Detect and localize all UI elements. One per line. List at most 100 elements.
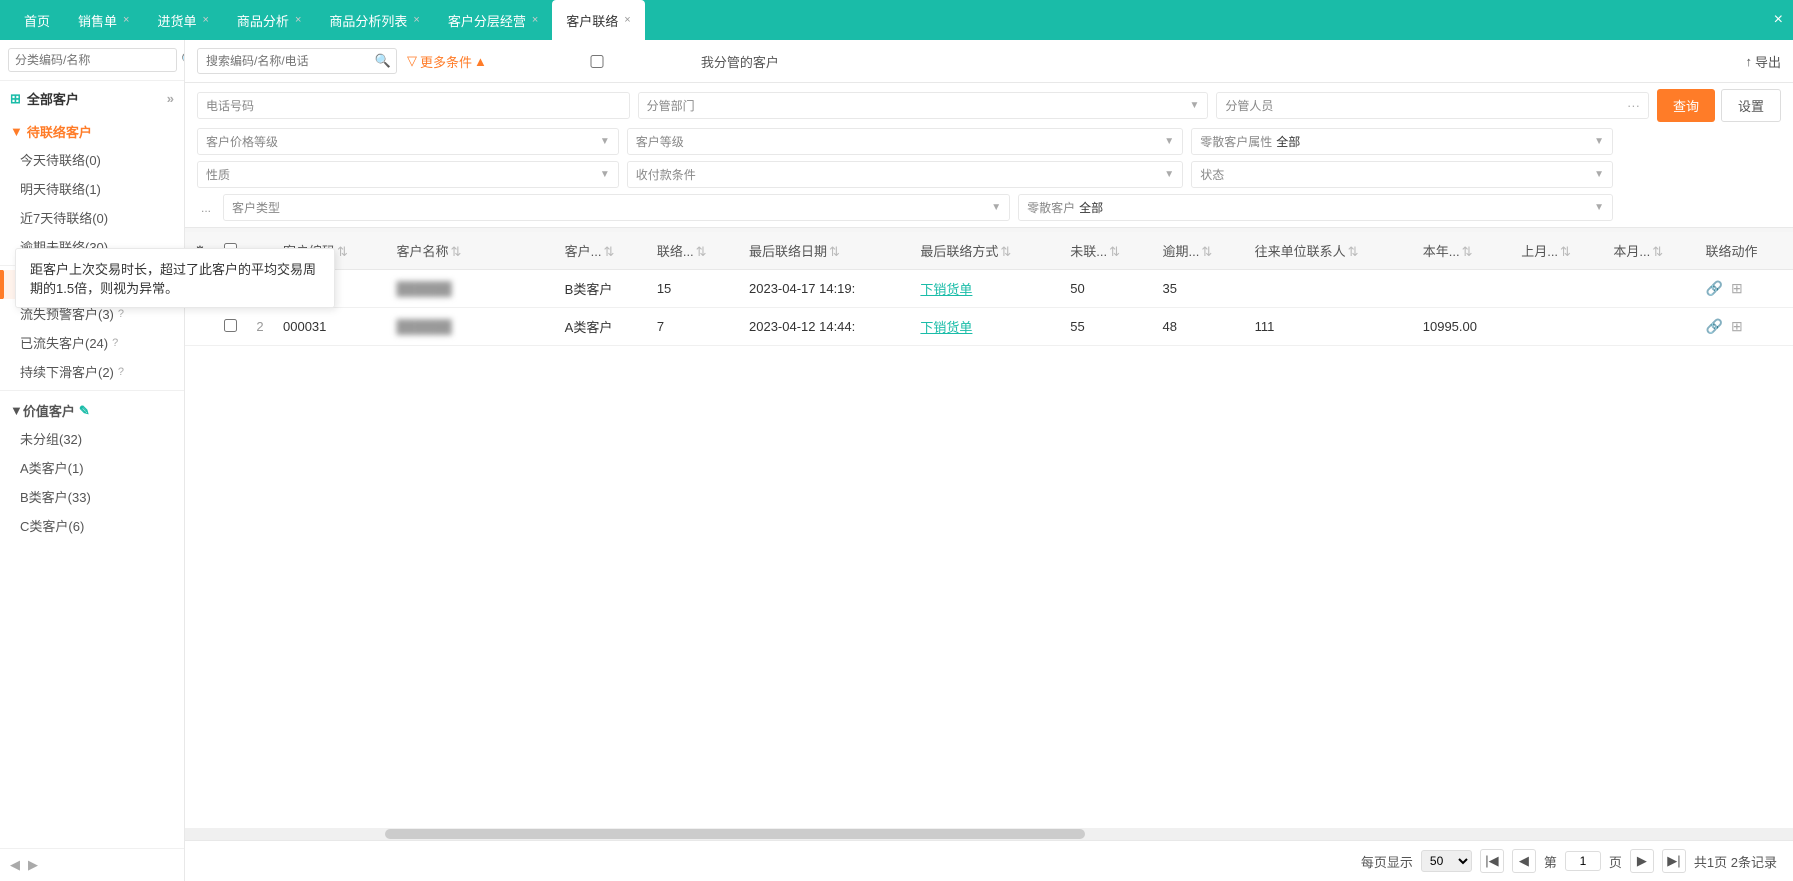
sort-last-month-icon[interactable]: ⇅ (1560, 244, 1571, 259)
row2-last-method[interactable]: 下销货单 (912, 308, 1062, 346)
filter-row-3: 性质 ▼ 收付款条件 ▼ 状态 ▼ (197, 161, 1781, 188)
lost-help-icon[interactable]: ? (112, 337, 118, 349)
sort-pending-icon[interactable]: ⇅ (1109, 244, 1120, 259)
main-search-icon[interactable]: 🔍 (375, 53, 391, 69)
nav-purchase[interactable]: 进货单 × (143, 0, 222, 40)
row1-link-icon[interactable]: 🔗 (1706, 280, 1723, 297)
scroll-thumb[interactable] (385, 829, 1085, 839)
sidebar-item-today[interactable]: 今天待联络(0) (0, 145, 184, 174)
row2-checkbox[interactable] (215, 308, 245, 346)
gender-filter[interactable]: 性质 ▼ (197, 161, 619, 188)
nav-sales[interactable]: 销售单 × (64, 0, 143, 40)
export-button[interactable]: ↑ 导出 (1745, 52, 1781, 71)
table-row: 1 000039 ██████ B类客户 15 2023-04-17 14:19… (185, 270, 1793, 308)
sort-name-icon[interactable]: ⇅ (450, 244, 461, 259)
row2-this-year: 10995.00 (1415, 308, 1513, 346)
nav-home[interactable]: 首页 (10, 0, 64, 40)
row1-last-method-link[interactable]: 下销货单 (920, 282, 972, 297)
customer-grade-filter[interactable]: 客户等级 ▼ (627, 128, 1183, 155)
all-customers-header[interactable]: ⊞ 全部客户 » (0, 81, 184, 116)
sort-type-icon[interactable]: ⇅ (604, 244, 615, 259)
edit-value-group-icon[interactable]: ✎ (79, 403, 90, 419)
close-customer-tier-tab[interactable]: × (532, 14, 538, 26)
pending-group-title[interactable]: ▼ 待联络客户 (0, 116, 184, 145)
sort-code-icon[interactable]: ⇅ (337, 244, 348, 259)
row2-grid-icon[interactable]: ⊞ (1731, 318, 1743, 335)
horizontal-scrollbar[interactable] (185, 828, 1793, 840)
close-product-list-tab[interactable]: × (413, 14, 419, 26)
row1-grid-icon[interactable]: ⊞ (1731, 280, 1743, 297)
loss-warning-help-icon[interactable]: ? (118, 308, 124, 320)
pay-condition-filter[interactable]: 收付款条件 ▼ (627, 161, 1183, 188)
customer-type-dropdown-icon: ▼ (991, 202, 1001, 213)
sort-contact-icon[interactable]: ⇅ (696, 244, 707, 259)
close-purchase-tab[interactable]: × (202, 14, 208, 26)
sort-year-icon[interactable]: ⇅ (1462, 244, 1473, 259)
last-page-btn[interactable]: ▶| (1662, 849, 1686, 873)
nav-customer-tier[interactable]: 客户分层经营 × (434, 0, 552, 40)
sort-overdue-icon[interactable]: ⇅ (1201, 244, 1212, 259)
first-page-btn[interactable]: |◀ (1480, 849, 1504, 873)
settings-button[interactable]: 设置 (1721, 89, 1781, 122)
active-indicator (0, 270, 4, 299)
sidebar-item-a-class[interactable]: A类客户(1) (0, 453, 184, 482)
sidebar-item-tomorrow[interactable]: 明天待联络(1) (0, 174, 184, 203)
more-fields-btn[interactable]: ... (197, 197, 215, 219)
row2-last-date: 2023-04-12 14:44: (741, 308, 912, 346)
prev-page-btn[interactable]: ◀ (1512, 849, 1536, 873)
table-row: 2 000031 ██████ A类客户 7 2023-04-12 14:44:… (185, 308, 1793, 346)
total-records-label: 共1页 2条记录 (1694, 852, 1777, 871)
query-button[interactable]: 查询 (1657, 89, 1715, 122)
main-search-input[interactable] (197, 48, 397, 74)
row2-last-method-link[interactable]: 下销货单 (920, 320, 972, 335)
sidebar-next-icon[interactable]: ▶ (24, 855, 42, 875)
row1-last-method[interactable]: 下销货单 (912, 270, 1062, 308)
retail-customer-filter[interactable]: 零散客户 全部 ▼ (1018, 194, 1613, 221)
more-conditions-btn[interactable]: ▽ 更多条件 ▲ (407, 52, 487, 71)
phone-input[interactable] (258, 99, 621, 113)
close-sales-tab[interactable]: × (123, 14, 129, 26)
sidebar-spacer (0, 540, 184, 848)
sort-person-icon[interactable]: ⇅ (1348, 244, 1359, 259)
next-page-btn[interactable]: ▶ (1630, 849, 1654, 873)
sort-last-method-icon[interactable]: ⇅ (1000, 244, 1011, 259)
person-filter[interactable]: 分管人员 ··· (1216, 92, 1649, 119)
sort-last-date-icon[interactable]: ⇅ (829, 244, 840, 259)
loss-group: 流失预警客户(3) ? 已流失客户(24) ? 持续下滑客户(2) ? (0, 299, 184, 386)
nav-product-analysis-list[interactable]: 商品分析列表 × (315, 0, 433, 40)
row2-select-checkbox[interactable] (224, 319, 237, 332)
sidebar-item-declining[interactable]: 持续下滑客户(2) ? (0, 357, 184, 386)
table-body: 1 000039 ██████ B类客户 15 2023-04-17 14:19… (185, 270, 1793, 346)
sidebar-item-ungrouped[interactable]: 未分组(32) (0, 424, 184, 453)
sidebar-item-c-class[interactable]: C类客户(6) (0, 511, 184, 540)
declining-help-icon[interactable]: ? (118, 366, 124, 378)
sidebar-prev-icon[interactable]: ◀ (6, 855, 24, 875)
value-group-title[interactable]: ▼ 价值客户 ✎ (0, 395, 184, 424)
nav-product-analysis[interactable]: 商品分析 × (223, 0, 315, 40)
dept-filter[interactable]: 分管部门 ▼ (638, 92, 1209, 119)
sidebar-item-b-class[interactable]: B类客户(33) (0, 482, 184, 511)
customer-type-filter[interactable]: 客户类型 ▼ (223, 194, 1010, 221)
sidebar-item-7days[interactable]: 近7天待联络(0) (0, 203, 184, 232)
close-all-tabs[interactable]: × (1774, 11, 1783, 29)
phone-filter[interactable]: 电话号码 (197, 92, 630, 119)
collapse-sidebar-icon[interactable]: » (167, 91, 174, 106)
row2-link-icon[interactable]: 🔗 (1706, 318, 1723, 335)
sidebar-item-lost[interactable]: 已流失客户(24) ? (0, 328, 184, 357)
retail-attr-filter[interactable]: 零散客户属性 全部 ▼ (1191, 128, 1613, 155)
person-more-icon[interactable]: ··· (1627, 98, 1640, 113)
close-product-analysis-tab[interactable]: × (295, 14, 301, 26)
sidebar-divider-2 (0, 390, 184, 391)
page-number-input[interactable] (1565, 851, 1601, 871)
close-customer-contact-tab[interactable]: × (624, 14, 630, 26)
per-page-select[interactable]: 50 100 200 (1421, 850, 1472, 872)
price-grade-filter[interactable]: 客户价格等级 ▼ (197, 128, 619, 155)
sidebar-search-input[interactable] (8, 48, 177, 72)
sort-this-month-icon[interactable]: ⇅ (1652, 244, 1663, 259)
nav-customer-contact[interactable]: 客户联络 × (552, 0, 644, 40)
customer-grade-dropdown-icon: ▼ (1164, 136, 1174, 147)
my-customer-checkbox[interactable] (497, 55, 697, 68)
status-filter[interactable]: 状态 ▼ (1191, 161, 1613, 188)
dept-dropdown-icon: ▼ (1189, 100, 1199, 111)
chevron-up-icon: ▲ (474, 54, 487, 69)
